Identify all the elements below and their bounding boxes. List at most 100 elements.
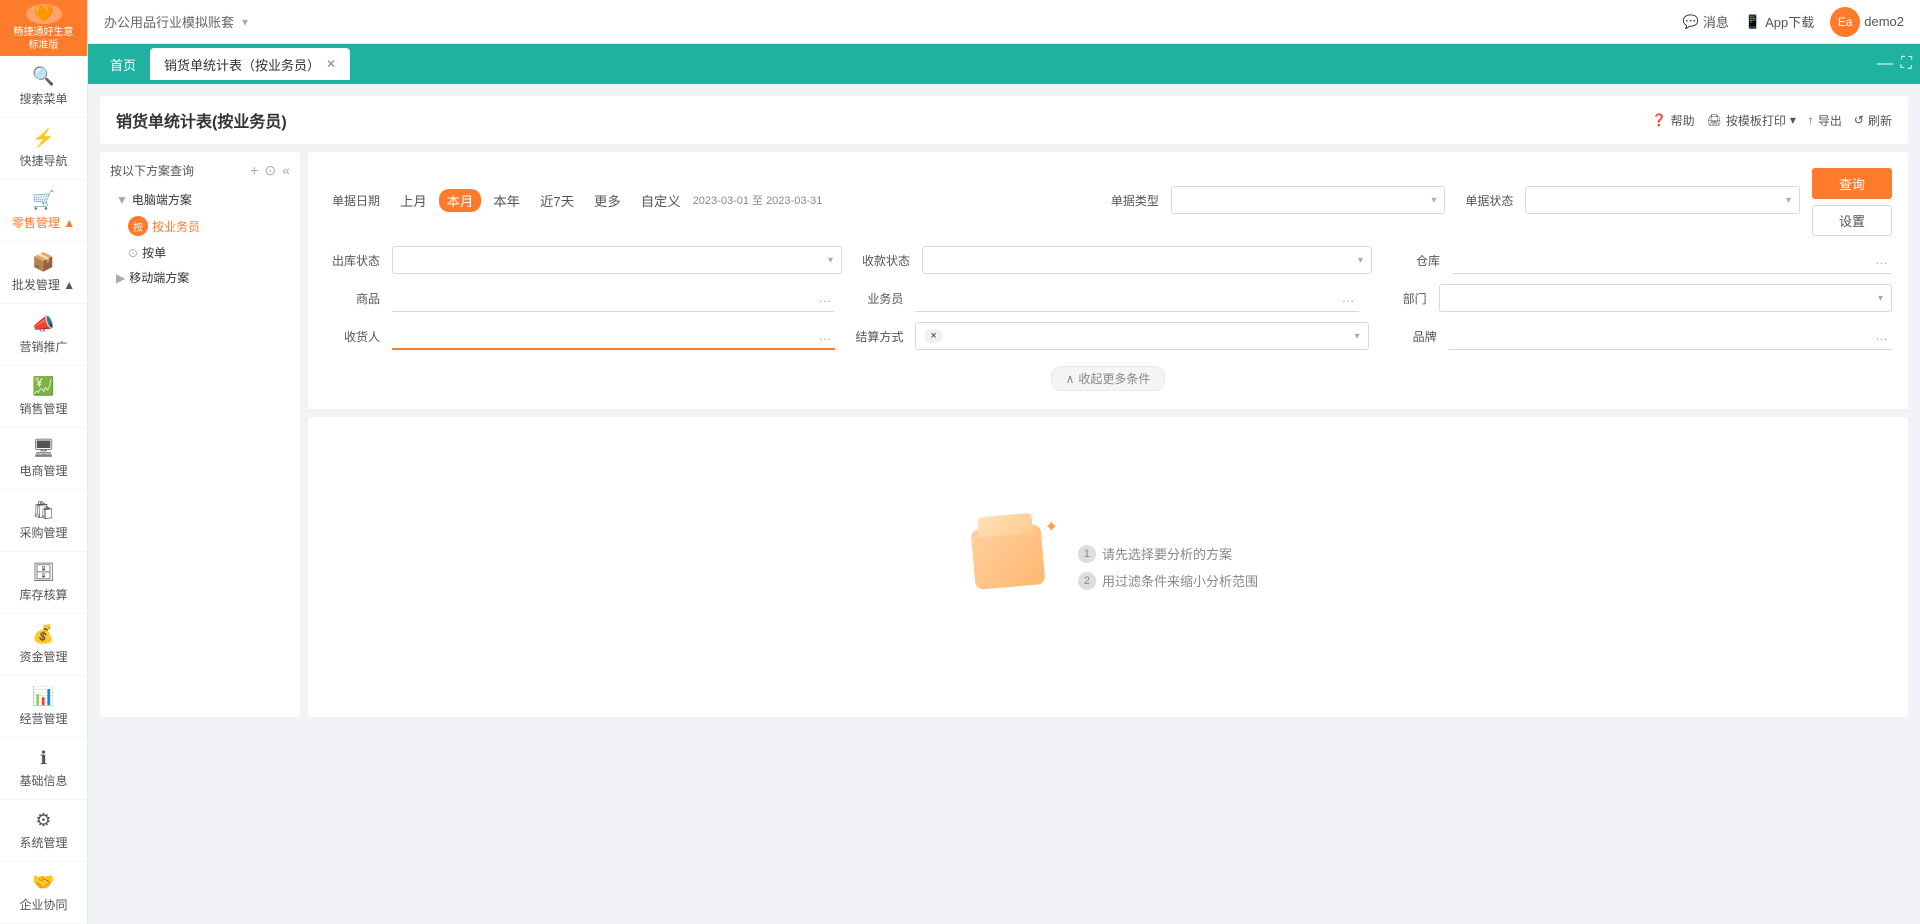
date-this-year-button[interactable]: 本年 — [485, 189, 528, 212]
settle-tag-close[interactable]: × — [930, 330, 936, 342]
warehouse-input[interactable]: … — [1452, 246, 1892, 274]
help-button[interactable]: ❓ 帮助 — [1652, 112, 1695, 129]
filter-row-goods: 商品 … 业务员 … 部门 ▾ — [324, 284, 1892, 312]
filter-row-outstatus: 出库状态 ▾ 收款状态 ▾ 仓库 … — [324, 246, 1892, 274]
export-button[interactable]: ↑ 导出 — [1808, 112, 1842, 129]
tab-close-icon[interactable]: ✕ — [326, 57, 336, 71]
tree-item-desktop[interactable]: ▼ 电脑端方案 — [110, 187, 290, 212]
page-header: 销货单统计表(按业务员) ❓ 帮助 🖨 按模板打印 ▾ ↑ 导出 ↺ 刷新 — [100, 96, 1908, 144]
goods-input[interactable]: … — [392, 284, 835, 312]
print-icon: 🖨 — [1707, 113, 1722, 127]
collapse-panel-icon[interactable]: « — [282, 162, 290, 179]
tree-sub-order-icon: ⊙ — [128, 246, 138, 260]
tree-sub-item-by-order[interactable]: ⊙ 按单 — [110, 240, 290, 265]
query-button[interactable]: 查询 — [1812, 168, 1892, 199]
sidebar-item-enterprise[interactable]: 🤝 企业协同 — [0, 862, 87, 924]
sidebar-item-retail[interactable]: 🛒 零售管理 ▲ — [0, 180, 87, 242]
doc-status-arrow-icon: ▾ — [1786, 195, 1791, 206]
empty-hint-2-text: 用过滤条件来缩小分析范围 — [1102, 571, 1258, 590]
sidebar-item-sales[interactable]: 💹 销售管理 — [0, 366, 87, 428]
message-icon: 💬 — [1683, 14, 1699, 30]
avatar: Ea — [1830, 7, 1860, 37]
salesperson-dots[interactable]: … — [1342, 290, 1355, 305]
sidebar-item-label: 经营管理 — [19, 710, 67, 727]
warehouse-dots[interactable]: … — [1875, 252, 1888, 267]
tab-minimize-button[interactable]: — — [1877, 55, 1893, 73]
sidebar-item-system[interactable]: ⚙ 系统管理 — [0, 800, 87, 862]
empty-box-illustration — [971, 524, 1046, 590]
department-select[interactable]: ▾ — [1439, 284, 1892, 312]
settle-select[interactable]: × ▾ — [915, 322, 1368, 350]
left-panel: 按以下方案查询 + ⊙ « ▼ 电脑端方案 按 按业务员 — [100, 152, 300, 717]
settings-scheme-icon[interactable]: ⊙ — [264, 162, 276, 179]
sidebar-item-wholesale[interactable]: 📦 批发管理 ▲ — [0, 242, 87, 304]
sidebar-item-label: 营销推广 — [19, 338, 67, 355]
sidebar-item-nav[interactable]: ⚡ 快捷导航 — [0, 118, 87, 180]
goods-dots[interactable]: … — [818, 290, 831, 305]
sidebar-item-marketing[interactable]: 📣 营销推广 — [0, 304, 87, 366]
tree-sub-label-salesperson: 按业务员 — [152, 218, 200, 235]
tree-expand-icon: ▼ — [116, 193, 128, 207]
export-icon: ↑ — [1808, 113, 1814, 127]
enterprise-icon: 🤝 — [32, 872, 54, 893]
sidebar-item-basic[interactable]: ℹ 基础信息 — [0, 738, 87, 800]
date-last-month-button[interactable]: 上月 — [392, 189, 435, 212]
app-logo: 🧡 畅捷通好生意标准版 — [0, 0, 88, 56]
app-download-button[interactable]: 📱 App下载 — [1745, 12, 1814, 31]
doc-status-select[interactable]: ▾ — [1525, 186, 1800, 214]
sales-icon: 💹 — [32, 376, 54, 397]
settings-button[interactable]: 设置 — [1812, 205, 1892, 236]
brand-input[interactable]: … — [1449, 322, 1892, 350]
doc-status-label: 单据状态 — [1457, 192, 1513, 209]
username-label: demo2 — [1864, 14, 1904, 29]
app-download-label: App下载 — [1765, 12, 1814, 31]
add-scheme-icon[interactable]: + — [250, 162, 258, 179]
receiver-input[interactable]: … — [392, 322, 835, 350]
tree-item-mobile[interactable]: ▶ 移动端方案 — [110, 265, 290, 290]
content-area: 销货单统计表(按业务员) ❓ 帮助 🖨 按模板打印 ▾ ↑ 导出 ↺ 刷新 — [88, 84, 1920, 924]
out-status-select[interactable]: ▾ — [392, 246, 842, 274]
date-7days-button[interactable]: 近7天 — [532, 189, 582, 212]
main-body: 按以下方案查询 + ⊙ « ▼ 电脑端方案 按 按业务员 — [100, 152, 1908, 717]
sidebar-item-inventory[interactable]: 🗄 库存核算 — [0, 552, 87, 614]
filter-row-receiver: 收货人 … 结算方式 × ▾ 品牌 … — [324, 322, 1892, 350]
retail-icon: 🛒 — [32, 190, 54, 211]
doc-type-select[interactable]: ▾ — [1171, 186, 1446, 214]
message-button[interactable]: 💬 消息 — [1683, 12, 1729, 31]
receiver-dots[interactable]: … — [818, 328, 831, 343]
breadcrumb-dropdown-icon[interactable]: ▾ — [242, 15, 248, 29]
system-icon: ⚙ — [35, 810, 51, 831]
sidebar-item-ecommerce[interactable]: 🖥 电商管理 — [0, 428, 87, 490]
purchase-icon: 🛍 — [32, 500, 55, 521]
user-info[interactable]: Ea demo2 — [1830, 7, 1904, 37]
marketing-icon: 📣 — [32, 314, 54, 335]
date-this-month-button[interactable]: 本月 — [439, 189, 482, 212]
doc-type-label: 单据类型 — [1103, 192, 1159, 209]
tree-sub-item-by-salesperson[interactable]: 按 按业务员 — [110, 212, 290, 240]
sidebar-item-finance[interactable]: 💰 资金管理 — [0, 614, 87, 676]
refresh-button[interactable]: ↺ 刷新 — [1854, 112, 1892, 129]
sidebar-item-search[interactable]: 🔍 搜索菜单 — [0, 56, 87, 118]
tab-sales-stats[interactable]: 销货单统计表（按业务员） ✕ — [150, 48, 350, 80]
receipt-status-label: 收款状态 — [854, 252, 910, 269]
receipt-status-select[interactable]: ▾ — [922, 246, 1372, 274]
date-custom-button[interactable]: 自定义 — [633, 189, 689, 212]
sidebar-item-purchase[interactable]: 🛍 采购管理 — [0, 490, 87, 552]
brand-dots[interactable]: … — [1875, 328, 1888, 343]
wholesale-icon: 📦 — [32, 252, 54, 273]
empty-icon: ✦ — [958, 517, 1058, 617]
collapse-button[interactable]: ∧ 收起更多条件 — [1051, 366, 1166, 391]
date-more-button[interactable]: 更多 — [586, 189, 629, 212]
sidebar-item-label: 库存核算 — [19, 586, 67, 603]
tab-expand-button[interactable]: ⛶ — [1901, 55, 1912, 73]
tree-desktop-label: 电脑端方案 — [132, 191, 192, 208]
help-icon: ❓ — [1652, 113, 1667, 127]
sidebar-item-label: 系统管理 — [19, 834, 67, 851]
sidebar-item-operations[interactable]: 📊 经营管理 — [0, 676, 87, 738]
sidebar-item-label: 快捷导航 — [19, 152, 67, 169]
tab-home[interactable]: 首页 — [96, 48, 150, 80]
salesperson-input[interactable]: … — [915, 284, 1358, 312]
page-actions: ❓ 帮助 🖨 按模板打印 ▾ ↑ 导出 ↺ 刷新 — [1652, 112, 1892, 129]
empty-state: ✦ 1 请先选择要分析的方案 2 用过滤条件来缩小分析范围 — [308, 417, 1908, 717]
template-print-button[interactable]: 🖨 按模板打印 ▾ — [1707, 112, 1796, 129]
